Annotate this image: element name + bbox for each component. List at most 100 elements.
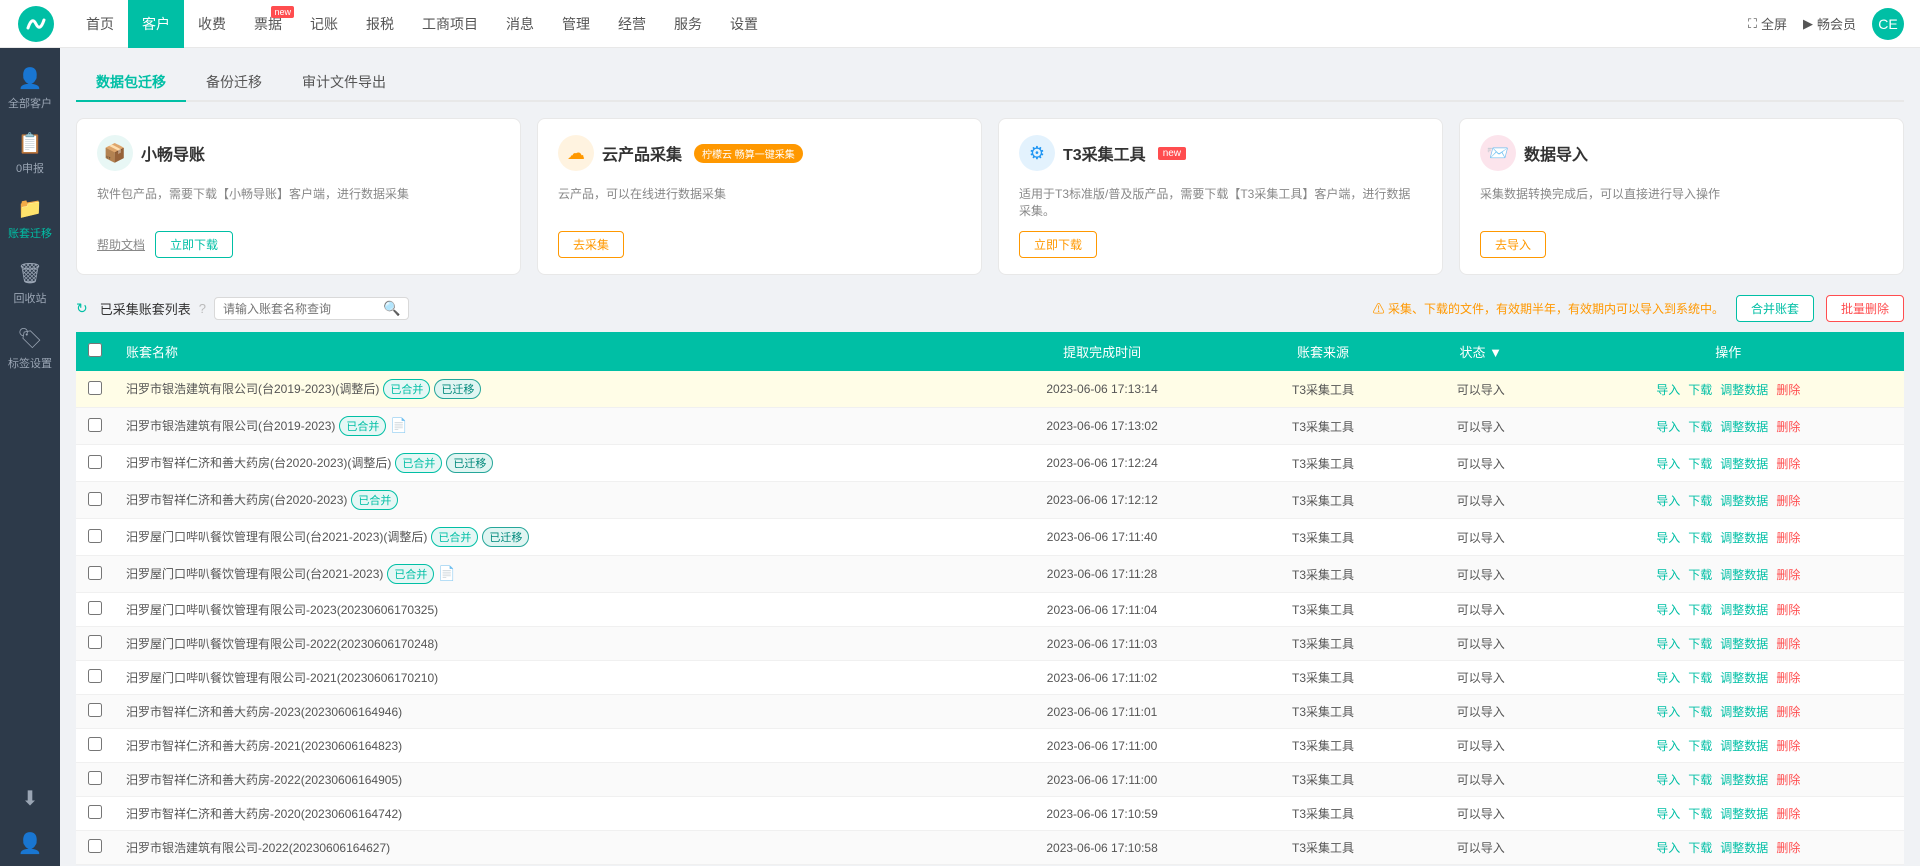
sidebar-item-zero-report[interactable]: 📋 0申报 [0,121,60,186]
help-doc-link[interactable]: 帮助文档 [97,236,145,253]
go-import-button[interactable]: 去导入 [1480,231,1546,258]
download-now-button-t3[interactable]: 立即下载 [1019,231,1097,258]
action-下载[interactable]: 下载 [1684,457,1716,471]
action-下载[interactable]: 下载 [1684,705,1716,719]
action-导入[interactable]: 导入 [1652,383,1684,397]
action-删除[interactable]: 删除 [1772,531,1804,545]
action-下载[interactable]: 下载 [1684,671,1716,685]
action-调整数据[interactable]: 调整数据 [1716,637,1772,651]
download-now-button-xiaochangzhang[interactable]: 立即下载 [155,231,233,258]
action-调整数据[interactable]: 调整数据 [1716,420,1772,434]
tab-data-migration[interactable]: 数据包迁移 [76,64,186,102]
row-checkbox[interactable] [88,601,102,615]
action-调整数据[interactable]: 调整数据 [1716,841,1772,855]
action-删除[interactable]: 删除 [1772,420,1804,434]
action-删除[interactable]: 删除 [1772,671,1804,685]
nav-customer[interactable]: 客户 [128,0,184,48]
nav-message[interactable]: 消息 [492,0,548,48]
action-下载[interactable]: 下载 [1684,739,1716,753]
action-调整数据[interactable]: 调整数据 [1716,773,1772,787]
avatar[interactable]: CE [1872,8,1904,40]
row-checkbox[interactable] [88,529,102,543]
action-调整数据[interactable]: 调整数据 [1716,603,1772,617]
action-调整数据[interactable]: 调整数据 [1716,531,1772,545]
sidebar-item-download[interactable]: ⬇ [18,776,43,821]
row-checkbox[interactable] [88,455,102,469]
row-checkbox[interactable] [88,381,102,395]
tab-backup-migration[interactable]: 备份迁移 [186,64,282,102]
action-导入[interactable]: 导入 [1652,841,1684,855]
nav-home[interactable]: 首页 [72,0,128,48]
row-checkbox[interactable] [88,839,102,853]
batch-delete-button[interactable]: 批量删除 [1826,295,1904,322]
action-删除[interactable]: 删除 [1772,739,1804,753]
action-导入[interactable]: 导入 [1652,494,1684,508]
nav-business[interactable]: 工商项目 [408,0,492,48]
search-icon[interactable]: 🔍 [383,300,400,317]
action-下载[interactable]: 下载 [1684,637,1716,651]
action-下载[interactable]: 下载 [1684,383,1716,397]
row-checkbox[interactable] [88,418,102,432]
action-下载[interactable]: 下载 [1684,531,1716,545]
file-icon[interactable]: 📄 [390,417,407,433]
row-checkbox[interactable] [88,737,102,751]
row-checkbox[interactable] [88,669,102,683]
action-导入[interactable]: 导入 [1652,457,1684,471]
action-导入[interactable]: 导入 [1652,420,1684,434]
help-icon[interactable]: ? [199,301,206,316]
file-icon[interactable]: 📄 [438,565,455,581]
merge-accounts-button[interactable]: 合并账套 [1736,295,1814,322]
action-调整数据[interactable]: 调整数据 [1716,494,1772,508]
row-checkbox[interactable] [88,771,102,785]
action-导入[interactable]: 导入 [1652,637,1684,651]
sidebar-item-tag-settings[interactable]: 🏷 标签设置 [0,316,60,381]
action-删除[interactable]: 删除 [1772,568,1804,582]
nav-fee[interactable]: 收费 [184,0,240,48]
refresh-icon[interactable]: ↻ [76,300,88,317]
action-调整数据[interactable]: 调整数据 [1716,671,1772,685]
nav-operation[interactable]: 经营 [604,0,660,48]
action-导入[interactable]: 导入 [1652,531,1684,545]
action-删除[interactable]: 删除 [1772,705,1804,719]
sidebar-item-all-customers[interactable]: 👤 全部客户 [0,56,60,121]
action-删除[interactable]: 删除 [1772,841,1804,855]
action-导入[interactable]: 导入 [1652,807,1684,821]
action-下载[interactable]: 下载 [1684,568,1716,582]
action-调整数据[interactable]: 调整数据 [1716,705,1772,719]
action-下载[interactable]: 下载 [1684,773,1716,787]
search-input[interactable] [223,302,383,316]
row-checkbox[interactable] [88,566,102,580]
sidebar-item-profile[interactable]: 👤 [18,821,43,866]
action-调整数据[interactable]: 调整数据 [1716,457,1772,471]
nav-tax[interactable]: 报税 [352,0,408,48]
action-删除[interactable]: 删除 [1772,807,1804,821]
action-下载[interactable]: 下载 [1684,807,1716,821]
action-导入[interactable]: 导入 [1652,568,1684,582]
action-删除[interactable]: 删除 [1772,494,1804,508]
nav-invoice[interactable]: 票据new [240,0,296,48]
tab-audit-export[interactable]: 审计文件导出 [282,64,406,102]
action-导入[interactable]: 导入 [1652,603,1684,617]
action-导入[interactable]: 导入 [1652,705,1684,719]
action-删除[interactable]: 删除 [1772,457,1804,471]
action-删除[interactable]: 删除 [1772,383,1804,397]
action-调整数据[interactable]: 调整数据 [1716,383,1772,397]
sidebar-item-recycle[interactable]: 🗑 回收站 [0,251,60,316]
action-调整数据[interactable]: 调整数据 [1716,739,1772,753]
row-checkbox[interactable] [88,635,102,649]
nav-manage[interactable]: 管理 [548,0,604,48]
action-调整数据[interactable]: 调整数据 [1716,568,1772,582]
action-下载[interactable]: 下载 [1684,603,1716,617]
fullscreen-button[interactable]: ⛶ 全屏 [1748,14,1787,33]
action-删除[interactable]: 删除 [1772,773,1804,787]
action-删除[interactable]: 删除 [1772,603,1804,617]
go-collect-button[interactable]: 去采集 [558,231,624,258]
action-导入[interactable]: 导入 [1652,739,1684,753]
action-调整数据[interactable]: 调整数据 [1716,807,1772,821]
logo[interactable] [16,4,56,44]
action-删除[interactable]: 删除 [1772,637,1804,651]
sidebar-item-account-migration[interactable]: 📁 账套迁移 [0,186,60,251]
member-button[interactable]: ▶ 畅会员 [1803,14,1856,33]
action-下载[interactable]: 下载 [1684,841,1716,855]
nav-bookkeeping[interactable]: 记账 [296,0,352,48]
